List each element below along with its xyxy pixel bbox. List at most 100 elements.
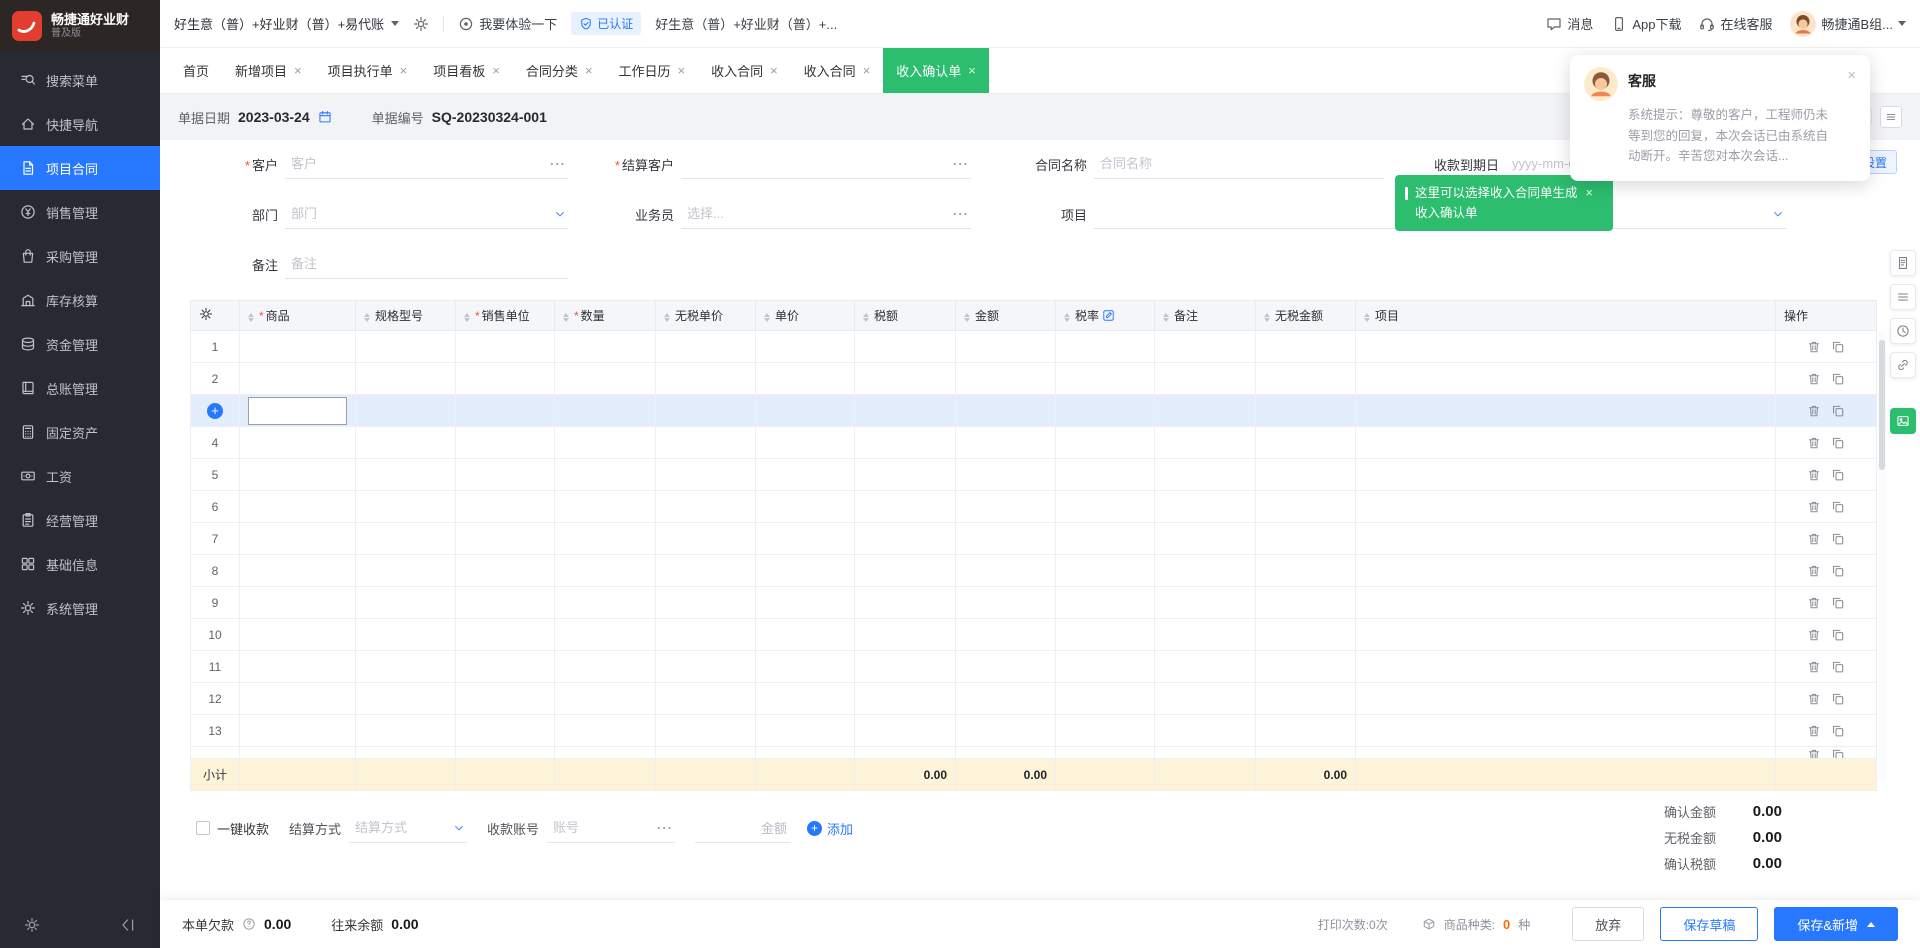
table-cell[interactable] <box>1255 586 1356 619</box>
table-cell[interactable] <box>1255 394 1356 427</box>
salesman-input[interactable] <box>681 206 971 221</box>
table-cell[interactable] <box>239 490 356 523</box>
table-cell[interactable] <box>239 458 356 491</box>
table-cell[interactable] <box>755 426 855 459</box>
table-cell[interactable] <box>554 362 656 395</box>
table-cell[interactable] <box>854 394 956 427</box>
tab-close-icon[interactable]: × <box>400 63 408 78</box>
table-cell[interactable] <box>355 362 456 395</box>
certified-badge[interactable]: 已认证 <box>571 12 642 35</box>
table-cell[interactable] <box>455 330 555 363</box>
department-input[interactable] <box>285 206 568 221</box>
table-cell[interactable] <box>1154 682 1256 715</box>
calendar-icon[interactable] <box>318 110 332 124</box>
table-cell[interactable] <box>655 330 756 363</box>
table-cell[interactable] <box>239 682 356 715</box>
settle-method-field[interactable] <box>349 813 468 843</box>
table-cell[interactable] <box>955 522 1056 555</box>
table-cell[interactable] <box>455 618 555 651</box>
table-cell[interactable] <box>1154 458 1256 491</box>
table-cell[interactable] <box>1154 490 1256 523</box>
table-cell[interactable] <box>355 426 456 459</box>
delete-row-icon[interactable] <box>1807 660 1821 674</box>
table-cell[interactable] <box>655 522 756 555</box>
column-header[interactable]: 单价 <box>755 300 855 331</box>
delete-row-icon[interactable] <box>1807 596 1821 610</box>
delete-row-icon[interactable] <box>1807 724 1821 738</box>
clock-button[interactable] <box>1890 318 1916 344</box>
table-cell[interactable] <box>1255 426 1356 459</box>
table-cell[interactable] <box>854 586 956 619</box>
copy-row-icon[interactable] <box>1831 724 1845 738</box>
table-cell[interactable] <box>554 650 656 683</box>
table-cell[interactable] <box>1055 362 1155 395</box>
table-cell[interactable] <box>755 554 855 587</box>
delete-row-icon[interactable] <box>1807 436 1821 450</box>
copy-row-icon[interactable] <box>1831 628 1845 642</box>
settle-customer-field[interactable]: ··· <box>681 149 971 179</box>
table-cell[interactable] <box>554 682 656 715</box>
sidebar-item[interactable]: 库存核算 <box>0 278 160 322</box>
scrollbar-thumb[interactable] <box>1879 340 1885 470</box>
table-cell[interactable] <box>554 618 656 651</box>
sort-icon[interactable] <box>664 313 670 323</box>
column-header[interactable]: 操作 <box>1775 300 1877 331</box>
delete-row-icon[interactable] <box>1807 692 1821 706</box>
table-cell[interactable] <box>854 522 956 555</box>
layout-settings-button[interactable] <box>1880 106 1902 128</box>
insert-row-icon[interactable]: + <box>207 402 223 419</box>
sort-icon[interactable] <box>764 313 770 323</box>
copy-row-icon[interactable] <box>1831 436 1845 450</box>
table-cell[interactable] <box>239 554 356 587</box>
table-cell[interactable] <box>755 682 855 715</box>
ellipsis-icon[interactable]: ··· <box>657 821 673 834</box>
table-cell[interactable] <box>1055 586 1155 619</box>
table-cell[interactable] <box>1355 650 1776 683</box>
info-icon[interactable] <box>242 917 256 931</box>
table-cell[interactable] <box>239 586 356 619</box>
sort-icon[interactable] <box>464 313 470 323</box>
sidebar-item[interactable]: 搜索菜单 <box>0 58 160 102</box>
table-cell[interactable] <box>1055 554 1155 587</box>
table-cell[interactable] <box>755 586 855 619</box>
copy-row-icon[interactable] <box>1831 564 1845 578</box>
copy-row-icon[interactable] <box>1831 404 1845 418</box>
table-cell[interactable] <box>1355 554 1776 587</box>
table-cell[interactable] <box>1355 330 1776 363</box>
remark-field[interactable] <box>285 249 568 279</box>
sidebar-item[interactable]: 经营管理 <box>0 498 160 542</box>
table-cell[interactable] <box>655 426 756 459</box>
copy-row-icon[interactable] <box>1831 660 1845 674</box>
table-cell[interactable] <box>854 330 956 363</box>
table-cell[interactable] <box>955 650 1056 683</box>
table-cell[interactable] <box>239 394 356 427</box>
table-cell[interactable] <box>755 714 855 747</box>
table-cell[interactable] <box>355 682 456 715</box>
copy-row-icon[interactable] <box>1831 692 1845 706</box>
copy-row-icon[interactable] <box>1831 340 1845 354</box>
table-cell[interactable] <box>854 650 956 683</box>
sidebar-settings-icon[interactable] <box>24 917 40 933</box>
table-cell[interactable] <box>955 362 1056 395</box>
copy-row-icon[interactable] <box>1831 596 1845 610</box>
table-cell[interactable] <box>355 330 456 363</box>
salesman-field[interactable]: ··· <box>681 199 971 229</box>
tab-close-icon[interactable]: × <box>863 63 871 78</box>
account-field[interactable]: ··· <box>547 813 676 843</box>
table-cell[interactable] <box>554 490 656 523</box>
sidebar-item[interactable]: 资金管理 <box>0 322 160 366</box>
save-draft-button[interactable]: 保存草稿 <box>1660 907 1759 941</box>
delete-row-icon[interactable] <box>1807 340 1821 354</box>
sidebar-item[interactable]: 采购管理 <box>0 234 160 278</box>
table-cell[interactable] <box>655 554 756 587</box>
table-cell[interactable] <box>1154 554 1256 587</box>
table-cell[interactable] <box>1355 618 1776 651</box>
column-header[interactable]: 税率 <box>1055 300 1155 331</box>
table-cell[interactable] <box>955 554 1056 587</box>
edit-icon[interactable] <box>1102 309 1115 322</box>
table-cell[interactable] <box>1055 458 1155 491</box>
table-cell[interactable] <box>655 394 756 427</box>
tab-close-icon[interactable]: × <box>492 63 500 78</box>
table-cell[interactable] <box>355 394 456 427</box>
delete-row-icon[interactable] <box>1807 404 1821 418</box>
